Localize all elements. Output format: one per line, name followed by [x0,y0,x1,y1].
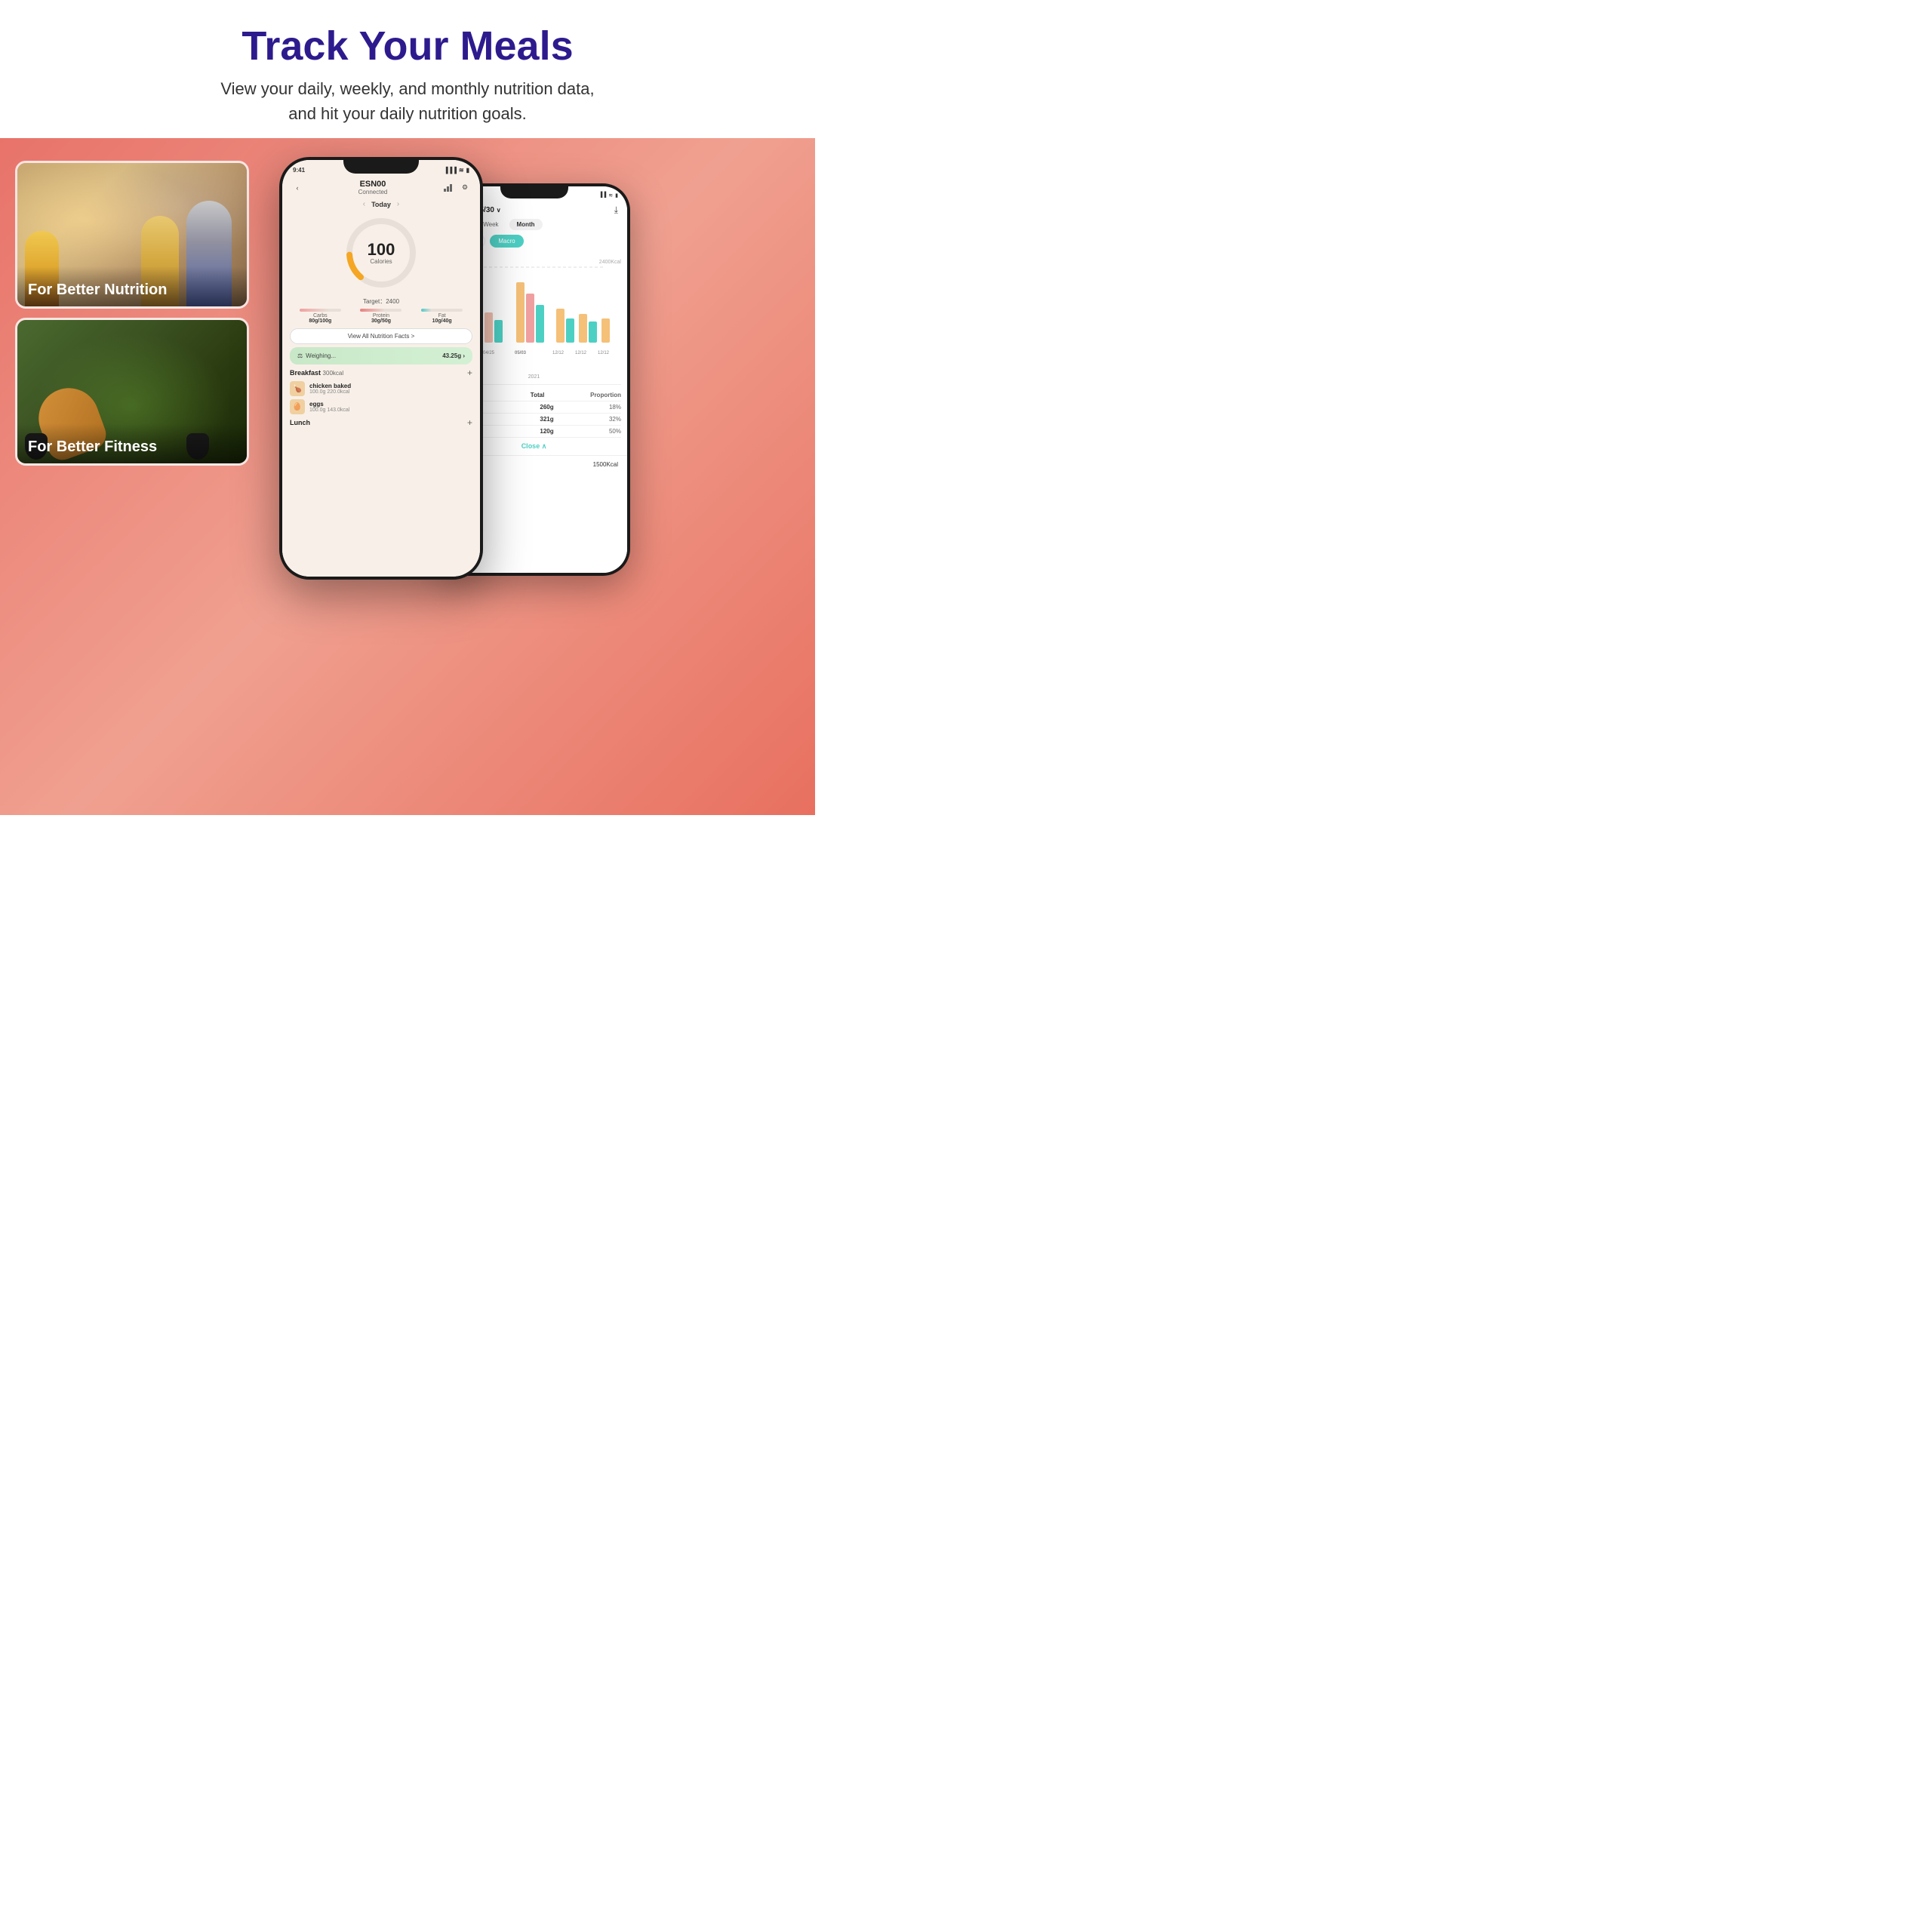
eggs-macros: 100.0g 143.0kcal [309,408,472,413]
food-item-eggs: 🥚 eggs 100.0g 143.0kcal [290,399,472,414]
macros-section: Carbs 80g/100g Protein 30g/50g Fat [282,309,480,324]
phone-main-inner: 9:41 ▐▐▐ ≋ ▮ ‹ ESN00 C [282,160,480,577]
battery-icon: ▮ [466,167,469,174]
back-icon[interactable]: ‹ [291,182,303,194]
carbs-bar [300,309,341,312]
back-wifi-icon: ≋ [608,192,613,198]
chicken-name: chicken baked [309,383,472,389]
calorie-ring-container: 100 Calories [282,211,480,294]
lunch-add-icon[interactable]: + [467,417,472,428]
target-display: Target：2400 [282,297,480,306]
back-battery-icon: ▮ [615,192,618,198]
fat-macro: Fat 10g/40g [421,309,463,324]
food-item-chicken: 🍗 chicken baked 100.0g 220.0kcal [290,381,472,396]
scale-icon: ⚖ [297,352,303,359]
phone-screen: 9:41 ▐▐▐ ≋ ▮ ‹ ESN00 C [282,160,480,577]
back-phone-notch [500,183,568,198]
page-title: Track Your Meals [220,24,594,69]
svg-text:12/12: 12/12 [598,351,610,355]
eggs-icon: 🥚 [290,399,305,414]
breakfast-add-icon[interactable]: + [467,368,472,378]
fat-value: 10g/40g [421,318,463,324]
row1-total: 260g [540,404,553,411]
breakfast-header: Breakfast 300kcal + [290,368,472,378]
date-nav: ‹ Today › [282,200,480,208]
fat-bar [421,309,463,312]
carbs-label: Carbs [300,313,341,318]
row2-prop: 32% [609,416,621,423]
protein-label: Protein [360,313,401,318]
next-icon[interactable]: › [397,200,399,208]
prev-icon[interactable]: ‹ [363,200,365,208]
download-icon[interactable]: ⤓ [614,205,618,216]
header-icons: ⚙ [442,182,471,194]
wifi-icon: ≋ [459,167,464,174]
nutrition-label: For Better Nutrition [17,266,247,306]
page-wrapper: Track Your Meals View your daily, weekly… [0,0,815,815]
row1-prop: 18% [609,404,621,411]
header-section: Track Your Meals View your daily, weekly… [205,0,609,138]
status-icons: ▐▐▐ ≋ ▮ [444,167,469,174]
weigh-value: 43.25g › [442,352,465,359]
weigh-row: ⚖ Weighing... 43.25g › [290,347,472,365]
tab-macro[interactable]: Macro [490,235,523,248]
row3-prop: 50% [609,428,621,435]
ring-center: 100 Calories [368,242,395,265]
row3-total: 120g [540,428,553,435]
chicken-icon: 🍗 [290,381,305,396]
row2-total: 321g [540,416,553,423]
chart-line-label: 2400Kcal [599,260,621,265]
lunch-title: Lunch [290,419,310,426]
fitness-label: For Better Fitness [17,423,247,463]
eggs-info: eggs 100.0g 143.0kcal [309,401,472,413]
header-subtitle: View your daily, weekly, and monthly nut… [220,76,594,126]
meal-section: Breakfast 300kcal + 🍗 chicken baked [282,368,480,428]
lunch-header: Lunch + [290,417,472,428]
device-status: Connected [358,189,388,195]
carbs-macro: Carbs 80g/100g [300,309,341,324]
app-header: ‹ ESN00 Connected [282,177,480,198]
calorie-label: Calories [370,258,392,265]
signal-icon: ▐▐▐ [444,167,457,174]
main-phone: 9:41 ▐▐▐ ≋ ▮ ‹ ESN00 C [279,157,483,580]
svg-text:04/25: 04/25 [483,351,495,355]
device-info: ESN00 Connected [358,180,388,195]
back-signal-icon: ▐▐ [598,192,606,198]
protein-macro: Protein 30g/50g [360,309,401,324]
chicken-info: chicken baked 100.0g 220.0kcal [309,383,472,395]
footer-value: 1500Kcal [593,461,618,468]
fat-label: Fat [421,313,463,318]
svg-text:12/12: 12/12 [575,351,587,355]
eggs-name: eggs [309,401,472,408]
date-label: Today [371,201,391,208]
weigh-chevron: › [463,352,465,359]
bottom-section: For Better Nutrition For Better Fitness [0,138,815,815]
ring-wrapper: 100 Calories [340,211,423,294]
total-col-header: Total [531,392,545,398]
svg-text:12/12: 12/12 [552,351,565,355]
fitness-panel: For Better Fitness [15,318,249,466]
svg-text:05/03: 05/03 [515,351,527,355]
chart-icon[interactable] [442,182,454,194]
settings-icon[interactable]: ⚙ [459,182,471,194]
photo-panels: For Better Nutrition For Better Fitness [15,161,249,466]
phones-container: 9:41 ▐▐▐ ≋ ▮ ‹ ESN00 C [257,153,800,815]
chevron-down-icon[interactable]: ∨ [497,207,501,214]
tab-month[interactable]: Month [509,219,543,230]
time-display: 9:41 [293,167,305,174]
breakfast-cal: 300kcal [323,370,344,377]
proportion-col-header: Proportion [590,392,621,398]
protein-value: 30g/50g [360,318,401,324]
weigh-left: ⚖ Weighing... [297,352,336,359]
calorie-number: 100 [368,242,395,258]
breakfast-title: Breakfast [290,369,321,377]
device-name: ESN00 [358,180,388,189]
weigh-label: Weighing... [306,352,336,359]
chicken-macros: 100.0g 220.0kcal [309,389,472,395]
carbs-value: 80g/100g [300,318,341,324]
nutrition-panel: For Better Nutrition [15,161,249,309]
phone-notch [343,157,419,174]
protein-bar [360,309,401,312]
view-all-button[interactable]: View All Nutrition Facts > [290,328,472,344]
